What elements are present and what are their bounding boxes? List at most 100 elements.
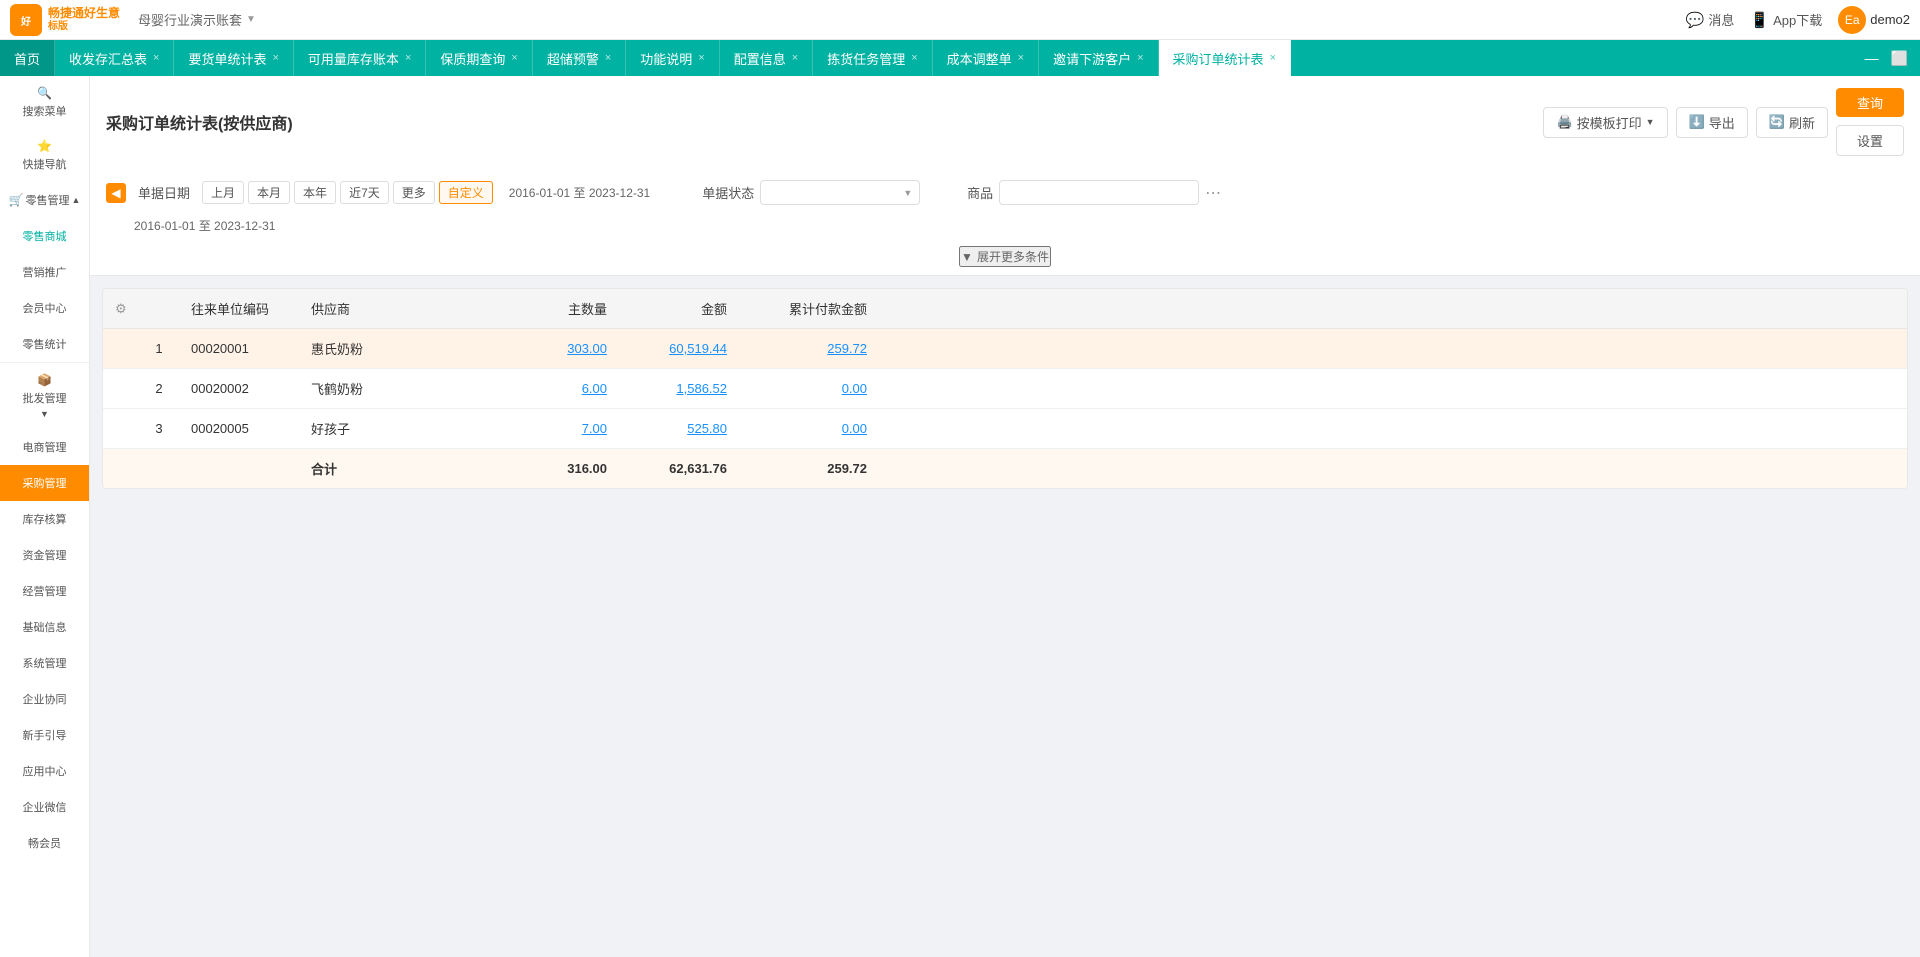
goods-filter-input[interactable] <box>999 180 1199 205</box>
row-num: 3 <box>139 409 179 449</box>
sidebar-item-member2[interactable]: 畅会员 <box>0 825 89 861</box>
close-icon[interactable]: × <box>792 52 798 64</box>
page-title: 采购订单统计表(按供应商) <box>106 110 293 134</box>
nav-minimize-icon[interactable]: — <box>1861 50 1883 66</box>
guide-icon: 新手引导 <box>23 727 67 743</box>
row-qty: 7.00 <box>499 409 619 449</box>
date-btn-this-month[interactable]: 本月 <box>248 181 290 204</box>
row-amount: 1,586.52 <box>619 369 739 409</box>
column-settings-icon[interactable]: ⚙ <box>115 301 127 316</box>
close-icon[interactable]: × <box>911 52 917 64</box>
export-button[interactable]: ⬇️ 导出 <box>1676 107 1748 138</box>
sidebar-item-inventory[interactable]: 库存核算 <box>0 501 89 537</box>
row-num: 2 <box>139 369 179 409</box>
close-icon[interactable]: × <box>153 52 159 64</box>
user-menu[interactable]: Ea demo2 <box>1838 6 1910 34</box>
close-icon[interactable]: × <box>698 52 704 64</box>
tab-baozhi[interactable]: 保质期查询 × <box>426 40 532 76</box>
status-select-wrapper[interactable] <box>760 180 920 205</box>
row-supplier: 惠氏奶粉 <box>299 329 499 369</box>
query-button[interactable]: 查询 <box>1836 88 1904 117</box>
sidebar-item-wechat[interactable]: 企业微信 <box>0 789 89 825</box>
tab-chengben[interactable]: 成本调整单 × <box>933 40 1039 76</box>
tab-shoufacun[interactable]: 收发存汇总表 × <box>55 40 174 76</box>
tab-keyongliang[interactable]: 可用量库存账本 × <box>294 40 426 76</box>
nav-tab-actions: — ⬜ <box>1861 50 1920 67</box>
footer-label: 合计 <box>299 449 499 489</box>
tab-home[interactable]: 首页 <box>0 40 55 76</box>
wechat-icon: 企业微信 <box>23 799 67 815</box>
close-icon[interactable]: × <box>272 52 278 64</box>
download-icon: 📱 <box>1750 11 1769 29</box>
table-footer-row: 合计 316.00 62,631.76 259.72 <box>103 449 1907 489</box>
main-layout: 🔍 搜索菜单 ⭐ 快捷导航 🛒 零售管理 ▲ 零售商城 营销推广 会员中心 零售… <box>0 76 1920 957</box>
sidebar-item-purchase[interactable]: 采购管理 <box>0 465 89 501</box>
sidebar-item-system[interactable]: 系统管理 <box>0 645 89 681</box>
goods-more-icon[interactable]: ⋯ <box>1205 183 1221 203</box>
date-btn-last-month[interactable]: 上月 <box>202 181 244 204</box>
system-icon: 系统管理 <box>23 655 67 671</box>
tab-peizhi[interactable]: 配置信息 × <box>720 40 813 76</box>
tab-yaohuo[interactable]: 要货单统计表 × <box>174 40 293 76</box>
sidebar-item-marketing[interactable]: 营销推广 <box>0 254 89 290</box>
row-paid: 259.72 <box>739 329 879 369</box>
filter-status-group: 单据状态 ▼ <box>702 180 915 205</box>
nav-maximize-icon[interactable]: ⬜ <box>1887 50 1912 67</box>
col-num <box>139 289 179 329</box>
sidebar-item-mall[interactable]: 零售商城 <box>0 218 89 254</box>
print-dropdown-icon: ▼ <box>1646 117 1655 127</box>
breadcrumb-chevron-icon[interactable]: ▼ <box>246 14 256 25</box>
operation-icon: 经营管理 <box>23 583 67 599</box>
close-icon[interactable]: × <box>1018 52 1024 64</box>
goods-filter-label: 商品 <box>967 183 993 202</box>
date-btn-more[interactable]: 更多 <box>393 181 435 204</box>
close-icon[interactable]: × <box>1270 52 1276 64</box>
print-button[interactable]: 🖨️ 按模板打印 ▼ <box>1543 107 1667 138</box>
footer-qty: 316.00 <box>499 449 619 489</box>
expand-more-button[interactable]: ▼ 展开更多条件 <box>959 246 1051 267</box>
sidebar-item-retail-stat[interactable]: 零售统计 <box>0 326 89 362</box>
sidebar-item-ecommerce[interactable]: 电商管理 <box>0 429 89 465</box>
tab-chaochuyujing[interactable]: 超储预警 × <box>533 40 626 76</box>
logo-text: 畅捷通好生意 标版 <box>48 6 120 32</box>
settings-button[interactable]: 设置 <box>1836 125 1904 156</box>
tab-caigou-active[interactable]: 采购订单统计表 × <box>1159 40 1291 76</box>
sidebar-item-search[interactable]: 🔍 搜索菜单 <box>0 76 89 129</box>
tab-jianhuo[interactable]: 拣货任务管理 × <box>813 40 932 76</box>
app-download-button[interactable]: 📱 App下载 <box>1750 10 1822 29</box>
breadcrumb[interactable]: 母婴行业演示账套 ▼ <box>138 10 256 29</box>
sidebar-item-wholesale[interactable]: 📦 批发管理 ▼ <box>0 362 89 429</box>
close-icon[interactable]: × <box>1137 52 1143 64</box>
sidebar-item-appcenter[interactable]: 应用中心 <box>0 753 89 789</box>
date-btn-7days[interactable]: 近7天 <box>340 181 389 204</box>
sidebar-item-member[interactable]: 会员中心 <box>0 290 89 326</box>
status-filter-label: 单据状态 <box>702 183 754 202</box>
close-icon[interactable]: × <box>605 52 611 64</box>
tab-yaoqing[interactable]: 邀请下游客户 × <box>1039 40 1158 76</box>
date-btn-this-year[interactable]: 本年 <box>294 181 336 204</box>
sidebar-item-collab[interactable]: 企业协同 <box>0 681 89 717</box>
table-row: 2 00020002 飞鹤奶粉 6.00 1,586.52 0.00 <box>103 369 1907 409</box>
sidebar-item-quicknav[interactable]: ⭐ 快捷导航 <box>0 129 89 182</box>
nav-tabs-bar: 首页 收发存汇总表 × 要货单统计表 × 可用量库存账本 × 保质期查询 × 超… <box>0 40 1920 76</box>
close-icon[interactable]: × <box>511 52 517 64</box>
col-supplier-header: 供应商 <box>299 289 499 329</box>
collapse-icon[interactable]: ◀ <box>106 183 126 203</box>
status-select[interactable] <box>760 180 920 205</box>
refresh-button[interactable]: 🔄 刷新 <box>1756 107 1828 138</box>
row-supplier: 飞鹤奶粉 <box>299 369 499 409</box>
expand-more-row: ▼ 展开更多条件 <box>106 242 1904 275</box>
date-btn-custom[interactable]: 自定义 <box>439 181 493 204</box>
row-amount: 525.80 <box>619 409 739 449</box>
sidebar-item-base[interactable]: 基础信息 <box>0 609 89 645</box>
tab-gongneng[interactable]: 功能说明 × <box>626 40 719 76</box>
top-bar-left: 好 畅捷通好生意 标版 母婴行业演示账套 ▼ <box>10 4 256 36</box>
sidebar-item-guide[interactable]: 新手引导 <box>0 717 89 753</box>
row-settings <box>103 369 139 409</box>
sidebar-item-retail[interactable]: 🛒 零售管理 ▲ <box>0 182 89 218</box>
sidebar-item-finance[interactable]: 资金管理 <box>0 537 89 573</box>
message-button[interactable]: 💬 消息 <box>1686 10 1735 29</box>
close-icon[interactable]: × <box>405 52 411 64</box>
inventory-icon: 库存核算 <box>23 511 67 527</box>
sidebar-item-operation[interactable]: 经营管理 <box>0 573 89 609</box>
